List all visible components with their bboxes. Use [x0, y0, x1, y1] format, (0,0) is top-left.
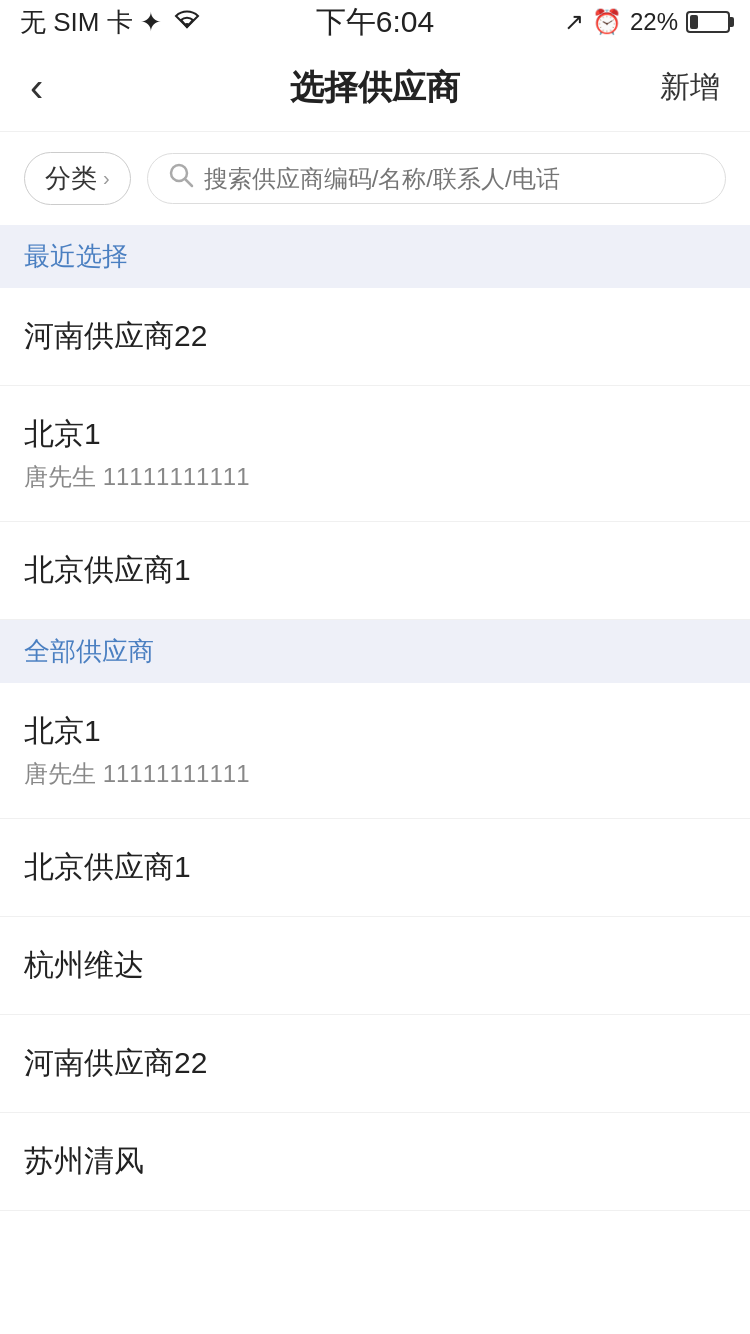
- item-sub: 唐先生 11111111111: [24, 758, 726, 790]
- list-item[interactable]: 北京供应商1: [0, 522, 750, 620]
- item-name: 河南供应商22: [24, 316, 726, 357]
- list-item[interactable]: 北京1 唐先生 11111111111: [0, 386, 750, 522]
- list-item[interactable]: 河南供应商22: [0, 288, 750, 386]
- page-title: 选择供应商: [290, 65, 460, 111]
- search-input[interactable]: [204, 165, 705, 193]
- item-name: 河南供应商22: [24, 1043, 726, 1084]
- search-box[interactable]: [147, 153, 726, 204]
- back-button[interactable]: ‹: [30, 65, 90, 110]
- svg-line-1: [185, 179, 192, 186]
- list-item[interactable]: 河南供应商22: [0, 1015, 750, 1113]
- list-item[interactable]: 杭州维达: [0, 917, 750, 1015]
- all-items-list: 北京1 唐先生 11111111111 北京供应商1 杭州维达河南供应商22 苏州清风: [0, 683, 750, 1211]
- item-name: 北京供应商1: [24, 847, 726, 888]
- list-item[interactable]: 北京1 唐先生 11111111111: [0, 683, 750, 819]
- item-sub: 唐先生 11111111111: [24, 461, 726, 493]
- item-name: 杭州维达: [24, 945, 726, 986]
- battery-percent: 22%: [630, 8, 678, 36]
- recent-section-header: 最近选择: [0, 225, 750, 288]
- status-right: ↗ ⏰ 22%: [564, 8, 730, 36]
- list-item[interactable]: 苏州清风: [0, 1113, 750, 1211]
- search-icon: [168, 162, 194, 195]
- wifi-icon: [172, 7, 202, 38]
- chevron-right-icon: ›: [103, 167, 110, 190]
- status-left: 无 SIM 卡 ✦: [20, 5, 202, 40]
- battery-icon: [686, 11, 730, 33]
- item-name: 苏州清风: [24, 1141, 726, 1182]
- recent-items-list: 河南供应商22 北京1 唐先生 11111111111 北京供应商1: [0, 288, 750, 620]
- category-filter-button[interactable]: 分类 ›: [24, 152, 131, 205]
- location-icon: ↗: [564, 8, 584, 36]
- category-label: 分类: [45, 161, 97, 196]
- new-add-button[interactable]: 新增: [660, 67, 720, 108]
- filter-bar: 分类 ›: [0, 132, 750, 225]
- nav-bar: ‹ 选择供应商 新增: [0, 44, 750, 132]
- alarm-icon: ⏰: [592, 8, 622, 36]
- status-bar: 无 SIM 卡 ✦ 下午6:04 ↗ ⏰ 22%: [0, 0, 750, 44]
- no-sim-label: 无 SIM 卡 ✦: [20, 5, 162, 40]
- all-section-header: 全部供应商: [0, 620, 750, 683]
- item-name: 北京1: [24, 414, 726, 455]
- list-item[interactable]: 北京供应商1: [0, 819, 750, 917]
- status-time: 下午6:04: [316, 2, 434, 43]
- item-name: 北京供应商1: [24, 550, 726, 591]
- item-name: 北京1: [24, 711, 726, 752]
